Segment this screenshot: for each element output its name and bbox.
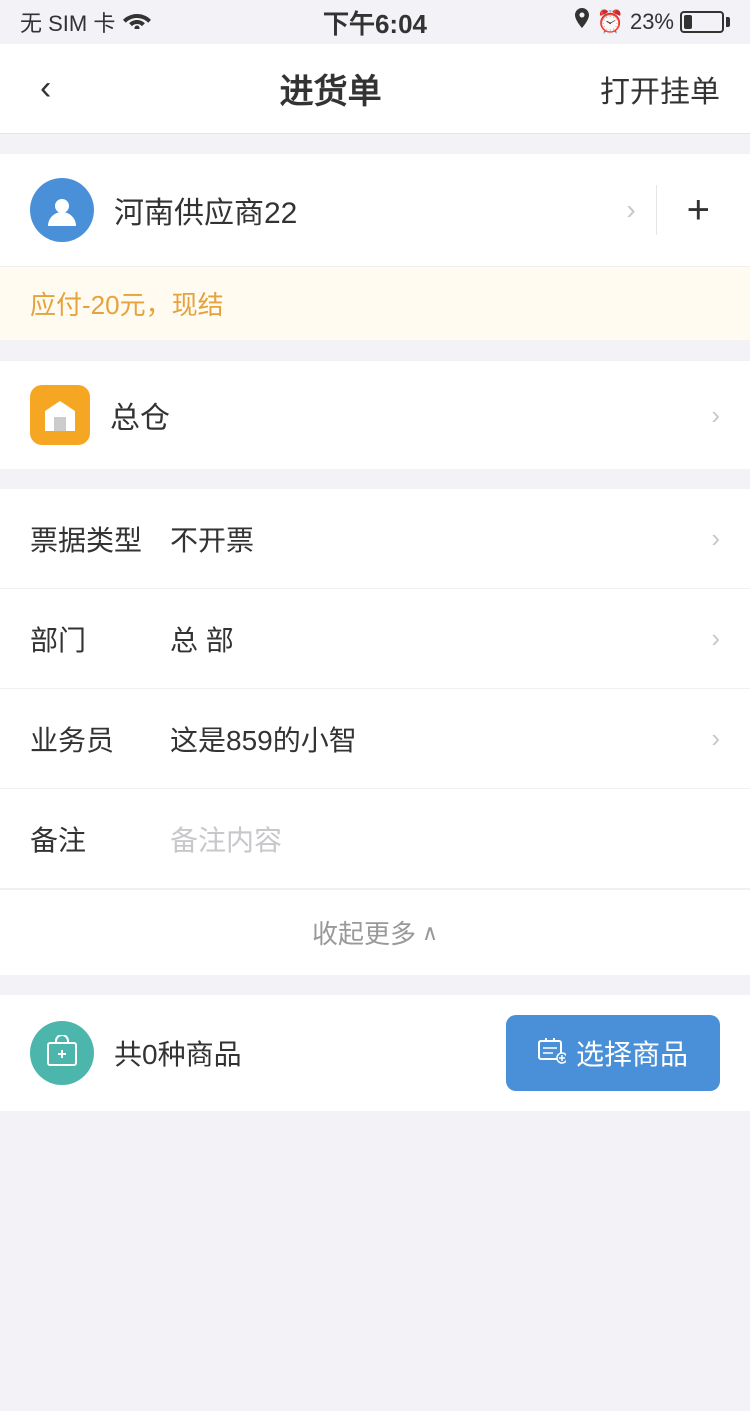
nav-bar: ‹ 进货单 打开挂单 (0, 44, 750, 134)
collapse-label: 收起更多 (312, 914, 416, 951)
supplier-avatar (30, 178, 94, 242)
product-icon (30, 1021, 94, 1085)
collapse-row[interactable]: 收起更多 ∧ (0, 889, 750, 975)
wifi-icon (123, 9, 151, 35)
page-title: 进货单 (280, 64, 382, 113)
supplier-row[interactable]: 河南供应商22 › + (0, 154, 750, 267)
collapse-icon: ∧ (422, 920, 438, 946)
warehouse-name: 总仓 (110, 393, 711, 437)
supplier-name: 河南供应商22 (114, 188, 297, 232)
department-value: 总 部 (160, 619, 711, 659)
select-product-icon (538, 1036, 566, 1071)
invoice-type-label: 票据类型 (30, 519, 160, 559)
section-gap-1 (0, 134, 750, 154)
select-product-button[interactable]: 选择商品 (506, 1015, 720, 1091)
product-count: 共0种商品 (114, 1033, 486, 1073)
notice-row: 应付-20元，现结 (0, 267, 750, 340)
remark-row[interactable]: 备注 备注内容 (0, 789, 750, 889)
product-bar: 共0种商品 选择商品 (0, 995, 750, 1111)
status-right: ⏰ 23% (573, 8, 730, 36)
open-pending-button[interactable]: 打开挂单 (600, 67, 720, 111)
status-bar: 无 SIM 卡 下午6:04 ⏰ 23% (0, 0, 750, 44)
remark-input[interactable]: 备注内容 (160, 819, 720, 859)
department-label: 部门 (30, 619, 160, 659)
invoice-type-value: 不开票 (160, 519, 711, 559)
form-section: 票据类型 不开票 › 部门 总 部 › 业务员 这是859的小智 › 备注 备注… (0, 489, 750, 975)
section-gap-2 (0, 340, 750, 360)
back-button[interactable]: ‹ (30, 59, 61, 118)
supplier-arrow-icon: › (626, 194, 635, 226)
warehouse-section: 总仓 › (0, 360, 750, 469)
salesperson-arrow: › (711, 723, 720, 754)
bottom-area (0, 1111, 750, 1411)
warehouse-arrow-icon: › (711, 400, 720, 431)
salesperson-row[interactable]: 业务员 这是859的小智 › (0, 689, 750, 789)
status-time: 下午6:04 (323, 4, 427, 41)
salesperson-value: 这是859的小智 (160, 719, 711, 759)
select-product-label: 选择商品 (576, 1033, 688, 1073)
battery-icon (680, 11, 730, 33)
remark-label: 备注 (30, 819, 160, 859)
add-supplier-button[interactable]: + (677, 188, 720, 233)
vertical-divider (656, 185, 657, 235)
salesperson-label: 业务员 (30, 719, 160, 759)
battery-text: 23% (630, 9, 674, 35)
warehouse-icon (30, 385, 90, 445)
notice-text: 应付-20元，现结 (30, 290, 224, 320)
supplier-section: 河南供应商22 › + 应付-20元，现结 (0, 154, 750, 340)
department-arrow: › (711, 623, 720, 654)
invoice-type-arrow: › (711, 523, 720, 554)
location-icon (573, 8, 591, 36)
supplier-left: 河南供应商22 (30, 178, 626, 242)
warehouse-row[interactable]: 总仓 › (0, 360, 750, 469)
invoice-type-row[interactable]: 票据类型 不开票 › (0, 489, 750, 589)
department-row[interactable]: 部门 总 部 › (0, 589, 750, 689)
alarm-icon: ⏰ (597, 9, 624, 35)
status-left: 无 SIM 卡 (20, 6, 151, 38)
carrier-text: 无 SIM 卡 (20, 6, 115, 38)
